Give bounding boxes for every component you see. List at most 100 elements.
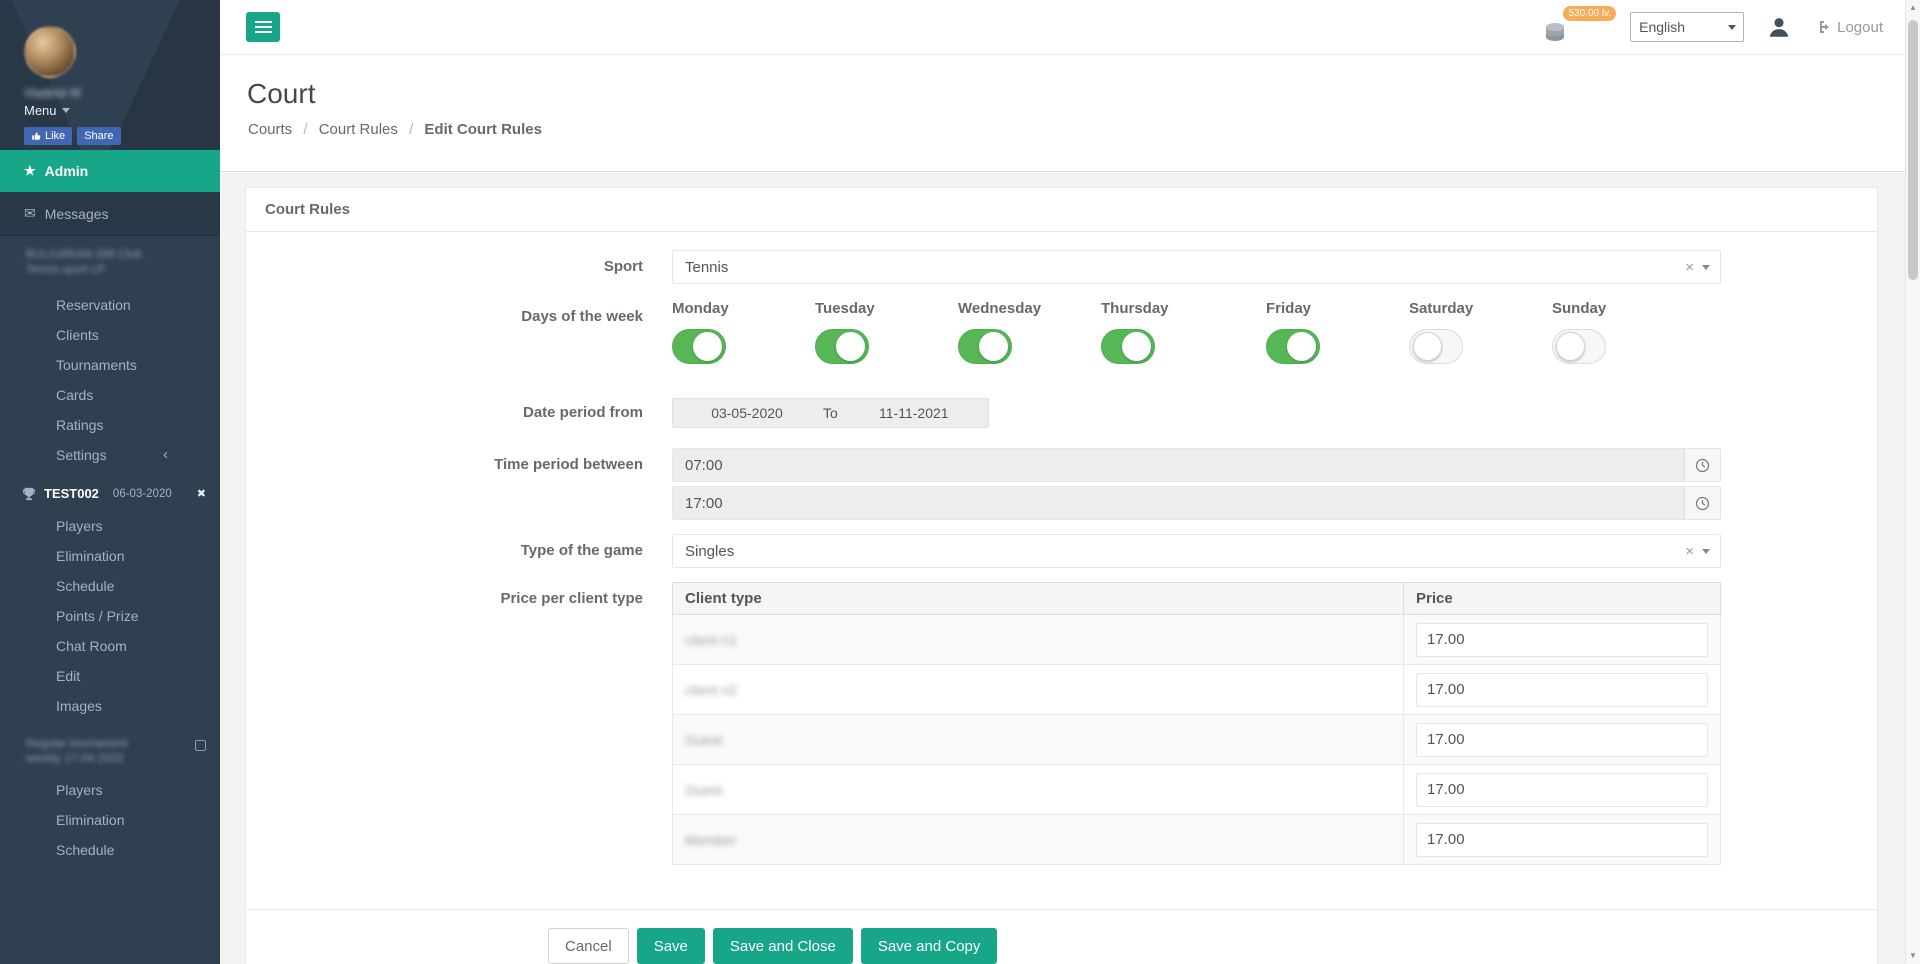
day-label: Monday	[672, 300, 729, 317]
page-scrollbar[interactable]: ▲ ▼	[1905, 0, 1920, 964]
sidebar-item-t1-points-prize[interactable]: Points / Prize	[0, 601, 220, 631]
club-name[interactable]: BULGARIAN 098 Club Tennis sport LP	[0, 236, 220, 288]
chevron-left-icon: ‹	[163, 446, 168, 463]
price-input[interactable]	[1416, 622, 1708, 657]
sidebar-item-t2-schedule[interactable]: Schedule	[0, 835, 220, 865]
clear-icon[interactable]: ×	[1677, 543, 1702, 560]
scroll-up-arrow[interactable]: ▲	[1906, 0, 1920, 16]
sidebar-item-t1-chat-room[interactable]: Chat Room	[0, 631, 220, 661]
court-rules-panel: Court Rules Sport Tennis × Days of the w…	[245, 187, 1878, 964]
price-row: Member	[672, 814, 1721, 865]
price-row: client n1	[672, 614, 1721, 665]
price-row: Guest	[672, 714, 1721, 765]
days-label: Days of the week	[521, 308, 643, 325]
sidebar-item-cards[interactable]: Cards	[0, 380, 220, 410]
facebook-share-button[interactable]: Share	[77, 127, 121, 145]
language-select[interactable]: English	[1630, 12, 1745, 42]
sport-select[interactable]: Tennis ×	[672, 250, 1721, 284]
time-from-input[interactable]: 07:00	[672, 448, 1721, 482]
scrollbar-thumb[interactable]	[1908, 20, 1918, 280]
client-type-label: Member	[685, 831, 737, 848]
sidebar-item-messages[interactable]: ✉ Messages	[0, 192, 220, 236]
sidebar-item-t1-elimination[interactable]: Elimination	[0, 541, 220, 571]
avatar[interactable]	[24, 26, 76, 78]
star-icon: ★	[24, 163, 36, 178]
sidebar-item-tournaments[interactable]: Tournaments	[0, 350, 220, 380]
day-column-monday: Monday	[672, 300, 815, 364]
price-input[interactable]	[1416, 672, 1708, 707]
sidebar-item-t2-players[interactable]: Players	[0, 775, 220, 805]
toggle-thursday[interactable]	[1101, 329, 1155, 364]
day-label: Wednesday	[958, 300, 1042, 317]
sidebar-item-t2-elimination[interactable]: Elimination	[0, 805, 220, 835]
date-to-input[interactable]: 11-11-2021	[850, 405, 978, 421]
client-type-label: Guest	[685, 731, 723, 748]
save-button[interactable]: Save	[636, 928, 705, 964]
clock-icon[interactable]	[1684, 487, 1720, 519]
user-icon[interactable]	[1766, 14, 1792, 40]
sidebar-toggle-button[interactable]	[246, 12, 280, 42]
trophy-icon	[22, 487, 36, 500]
close-icon[interactable]: ✖	[197, 487, 206, 500]
day-label: Saturday	[1409, 300, 1474, 317]
profile-menu-toggle[interactable]: Menu	[24, 103, 220, 118]
sidebar-item-reservation[interactable]: Reservation	[0, 290, 220, 320]
cancel-button[interactable]: Cancel	[548, 928, 629, 964]
price-row: client n2	[672, 664, 1721, 715]
coins-icon	[1546, 23, 1565, 41]
price-input[interactable]	[1416, 822, 1708, 857]
chevron-down-icon	[1702, 264, 1710, 270]
day-label: Tuesday	[815, 300, 875, 317]
client-type-label: client n1	[685, 631, 738, 648]
toggle-tuesday[interactable]	[815, 329, 869, 364]
toggle-saturday[interactable]	[1409, 329, 1463, 364]
form-actions: Cancel Save Save and Close Save and Copy	[246, 909, 1877, 964]
day-column-friday: Friday	[1266, 300, 1409, 364]
logout-button[interactable]: Logout	[1814, 19, 1883, 36]
price-input[interactable]	[1416, 772, 1708, 807]
sidebar-item-clients[interactable]: Clients	[0, 320, 220, 350]
sidebar-tournament-2[interactable]: Regular tournament weekly 17-04-2020	[0, 727, 220, 773]
facebook-like-button[interactable]: Like	[24, 127, 73, 145]
day-column-wednesday: Wednesday	[958, 300, 1101, 364]
sidebar-item-t1-schedule[interactable]: Schedule	[0, 571, 220, 601]
club-menu: Reservation Clients Tournaments Cards Rating…	[0, 288, 220, 476]
clock-icon[interactable]	[1684, 449, 1720, 481]
toggle-wednesday[interactable]	[958, 329, 1012, 364]
sidebar-item-t1-players[interactable]: Players	[0, 511, 220, 541]
days-of-week: Monday Tuesday Wednesday Thursday Friday Satu…	[672, 300, 1721, 364]
toggle-monday[interactable]	[672, 329, 726, 364]
chevron-down-icon	[1702, 548, 1710, 554]
sidebar-item-settings[interactable]: Settings ‹	[0, 440, 220, 470]
breadcrumb-courts[interactable]: Courts	[248, 121, 292, 138]
save-and-copy-button[interactable]: Save and Copy	[860, 928, 998, 964]
sidebar-item-t1-images[interactable]: Images	[0, 691, 220, 721]
date-range-picker[interactable]: 03-05-2020 To 11-11-2021	[672, 398, 989, 428]
time-to-input[interactable]: 17:00	[672, 486, 1721, 520]
app-root: Vladimir M Menu Like Share ★ Admin ✉ Mes…	[0, 0, 1920, 964]
sidebar-item-ratings[interactable]: Ratings	[0, 410, 220, 440]
content-area: Court Rules Sport Tennis × Days of the w…	[220, 173, 1905, 964]
client-type-label: Guest	[685, 781, 723, 798]
chevron-down-icon	[61, 108, 70, 113]
sidebar-item-t1-edit[interactable]: Edit	[0, 661, 220, 691]
page-header: Court Courts / Court Rules / Edit Court …	[220, 55, 1905, 172]
day-column-sunday: Sunday	[1552, 300, 1695, 364]
game-type-select[interactable]: Singles ×	[672, 534, 1721, 568]
sidebar-item-admin[interactable]: ★ Admin	[0, 150, 220, 192]
clear-icon[interactable]: ×	[1677, 259, 1702, 276]
day-column-tuesday: Tuesday	[815, 300, 958, 364]
sign-out-icon	[1820, 21, 1830, 33]
date-from-input[interactable]: 03-05-2020	[683, 405, 811, 421]
sidebar-tournament-test002[interactable]: TEST002 06-03-2020 ✖	[0, 476, 220, 509]
toggle-sunday[interactable]	[1552, 329, 1606, 364]
price-label: Price per client type	[500, 590, 643, 607]
balance-widget[interactable]: 530.00 lv.	[1544, 6, 1617, 45]
day-label: Friday	[1266, 300, 1312, 317]
save-and-close-button[interactable]: Save and Close	[712, 928, 853, 964]
toggle-friday[interactable]	[1266, 329, 1320, 364]
breadcrumb-court-rules[interactable]: Court Rules	[319, 121, 398, 138]
sidebar-profile: Vladimir M Menu Like Share	[0, 0, 220, 150]
price-input[interactable]	[1416, 722, 1708, 757]
scroll-down-arrow[interactable]: ▼	[1906, 948, 1920, 964]
